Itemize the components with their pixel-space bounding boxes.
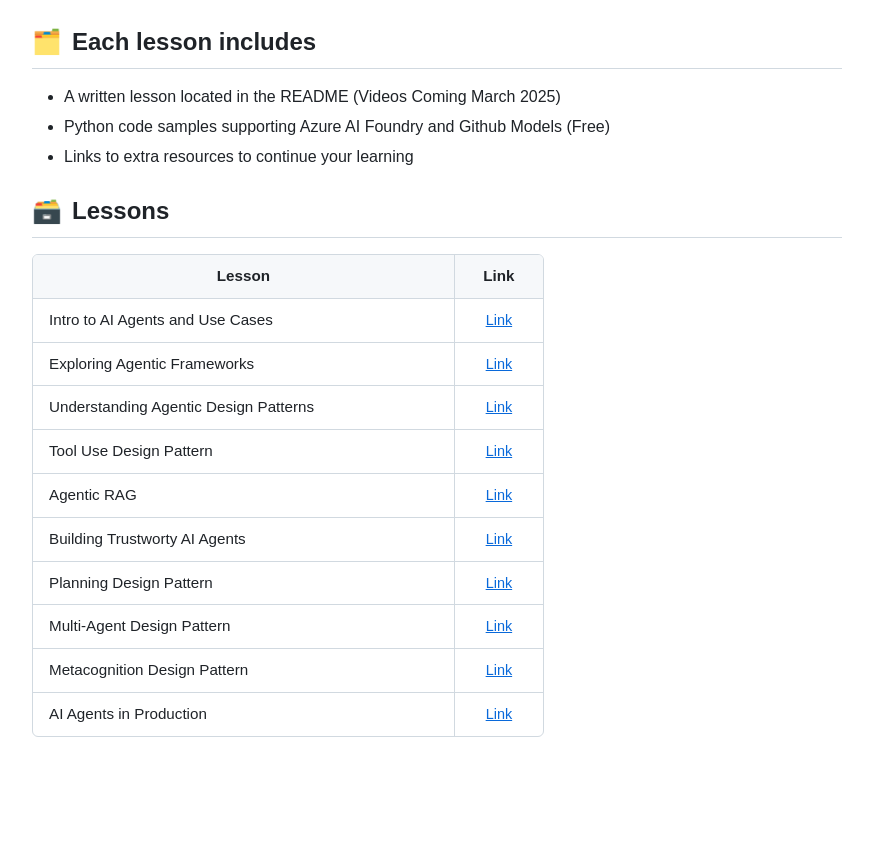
lesson-link[interactable]: Link — [486, 399, 513, 415]
table-row: Multi-Agent Design Pattern Link — [33, 605, 543, 649]
lesson-link[interactable]: Link — [486, 618, 513, 634]
lesson-cell: Agentic RAG — [33, 473, 454, 517]
lessons-table-wrapper: Lesson Link Intro to AI Agents and Use C… — [32, 254, 544, 737]
lesson-cell: AI Agents in Production — [33, 692, 454, 735]
table-row: Building Trustworty AI Agents Link — [33, 517, 543, 561]
table-row: Understanding Agentic Design Patterns Lin… — [33, 386, 543, 430]
lesson-cell: Understanding Agentic Design Patterns — [33, 386, 454, 430]
lesson-link[interactable]: Link — [486, 706, 513, 722]
lessons-table: Lesson Link Intro to AI Agents and Use C… — [33, 255, 543, 736]
lesson-link[interactable]: Link — [486, 356, 513, 372]
lesson-link[interactable]: Link — [486, 575, 513, 591]
table-row: Metacognition Design Pattern Link — [33, 649, 543, 693]
lesson-link[interactable]: Link — [486, 662, 513, 678]
lesson-cell: Planning Design Pattern — [33, 561, 454, 605]
col-link-header: Link — [454, 255, 543, 298]
table-row: Exploring Agentic Frameworks Link — [33, 342, 543, 386]
table-row: Agentic RAG Link — [33, 473, 543, 517]
link-cell: Link — [454, 649, 543, 693]
each-lesson-section: 🗂️ Each lesson includes A written lesson… — [32, 24, 842, 169]
list-item: Python code samples supporting Azure AI … — [64, 115, 842, 139]
table-row: Planning Design Pattern Link — [33, 561, 543, 605]
link-cell: Link — [454, 692, 543, 735]
each-lesson-heading: 🗂️ Each lesson includes — [32, 24, 842, 69]
link-cell: Link — [454, 298, 543, 342]
lesson-cell: Tool Use Design Pattern — [33, 430, 454, 474]
lesson-link[interactable]: Link — [486, 443, 513, 459]
lessons-emoji: 🗃️ — [32, 193, 62, 229]
col-lesson-header: Lesson — [33, 255, 454, 298]
lesson-cell: Metacognition Design Pattern — [33, 649, 454, 693]
lesson-link[interactable]: Link — [486, 531, 513, 547]
lesson-cell: Intro to AI Agents and Use Cases — [33, 298, 454, 342]
lessons-heading-text: Lessons — [72, 193, 169, 229]
lesson-link[interactable]: Link — [486, 312, 513, 328]
table-row: Intro to AI Agents and Use Cases Link — [33, 298, 543, 342]
lesson-cell: Building Trustworty AI Agents — [33, 517, 454, 561]
lessons-heading: 🗃️ Lessons — [32, 193, 842, 238]
link-cell: Link — [454, 473, 543, 517]
lesson-cell: Multi-Agent Design Pattern — [33, 605, 454, 649]
table-header-row: Lesson Link — [33, 255, 543, 298]
lessons-section: 🗃️ Lessons Lesson Link Intro to AI Agent… — [32, 193, 842, 744]
lesson-cell: Exploring Agentic Frameworks — [33, 342, 454, 386]
link-cell: Link — [454, 561, 543, 605]
list-item: Links to extra resources to continue you… — [64, 145, 842, 169]
link-cell: Link — [454, 605, 543, 649]
each-lesson-heading-text: Each lesson includes — [72, 24, 316, 60]
link-cell: Link — [454, 430, 543, 474]
link-cell: Link — [454, 386, 543, 430]
table-row: Tool Use Design Pattern Link — [33, 430, 543, 474]
link-cell: Link — [454, 342, 543, 386]
each-lesson-list: A written lesson located in the README (… — [32, 85, 842, 169]
list-item: A written lesson located in the README (… — [64, 85, 842, 109]
lesson-link[interactable]: Link — [486, 487, 513, 503]
each-lesson-emoji: 🗂️ — [32, 24, 62, 60]
link-cell: Link — [454, 517, 543, 561]
table-row: AI Agents in Production Link — [33, 692, 543, 735]
